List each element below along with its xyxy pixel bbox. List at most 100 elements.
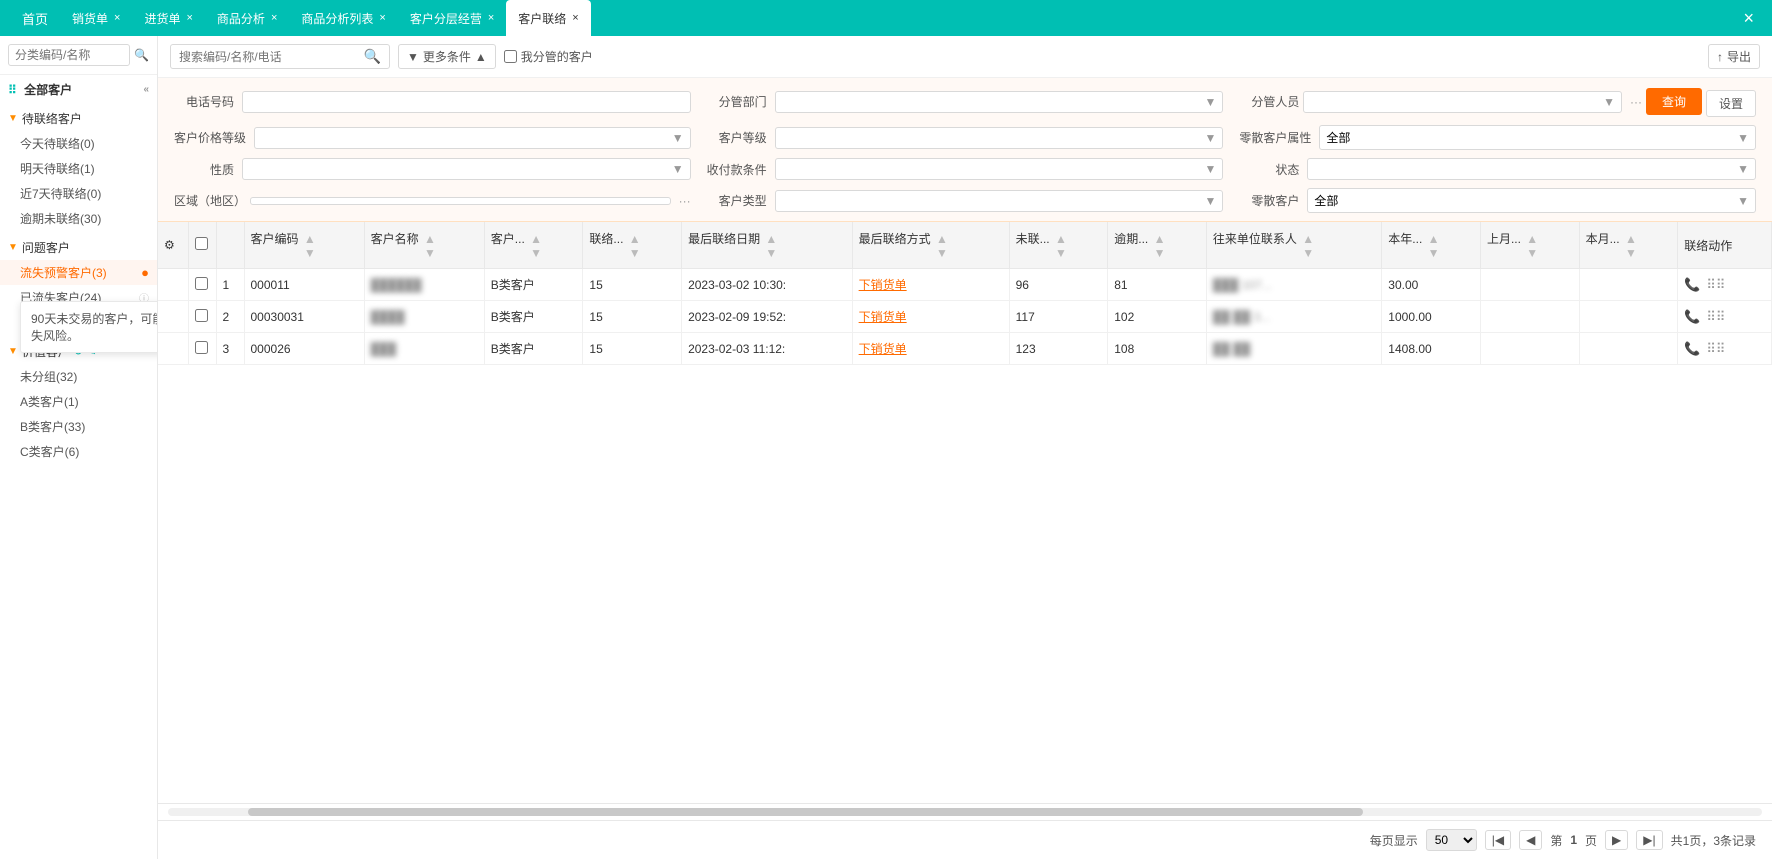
tab-customer-layer[interactable]: 客户分层经营 × <box>398 0 506 36</box>
td-settings-0 <box>158 269 188 301</box>
scatter-select[interactable]: 全部 ▼ <box>1307 188 1756 213</box>
settings-button[interactable]: 设置 <box>1706 90 1756 117</box>
td-last-contact-way-2[interactable]: 下销货单 <box>852 333 1009 365</box>
th-this-year[interactable]: 本年... ▲▼ <box>1382 222 1481 269</box>
filter-actions: 设置 <box>1706 86 1756 117</box>
th-this-month[interactable]: 本月... ▲▼ <box>1579 222 1678 269</box>
grid-icon-0[interactable]: ⠿⠿ <box>1706 277 1725 293</box>
th-type[interactable]: 客户... ▲▼ <box>484 222 583 269</box>
tab-purchase[interactable]: 进货单 × <box>132 0 204 36</box>
close-analysis-tab[interactable]: × <box>271 12 277 24</box>
sidebar-item-7days[interactable]: 近7天待联络(0) <box>0 181 157 206</box>
sidebar-item-overdue[interactable]: 逾期未联络(30) <box>0 206 157 231</box>
th-contact[interactable]: 联络... ▲▼ <box>583 222 682 269</box>
th-last-month[interactable]: 上月... ▲▼ <box>1480 222 1579 269</box>
td-last-month-1 <box>1480 301 1579 333</box>
grid-icon-1[interactable]: ⠿⠿ <box>1706 309 1725 325</box>
collapse-icon: « <box>143 84 149 95</box>
sidebar-item-a-class[interactable]: A类客户(1) <box>0 389 157 414</box>
query-button[interactable]: 查询 <box>1646 88 1702 115</box>
td-checkbox-1[interactable] <box>188 301 216 333</box>
sidebar-item-b-class[interactable]: B类客户(33) <box>0 414 157 439</box>
td-checkbox-2[interactable] <box>188 333 216 365</box>
export-button[interactable]: ↑ 导出 <box>1708 44 1760 69</box>
horizontal-scrollbar-thumb[interactable] <box>248 808 1364 816</box>
scatter-attr-select[interactable]: 全部 ▼ <box>1319 125 1756 150</box>
row-checkbox-0[interactable] <box>195 277 208 290</box>
sidebar-item-churn-warning[interactable]: 流失预警客户(3) ● <box>0 260 157 285</box>
sidebar-item-ungroup[interactable]: 未分组(32) <box>0 364 157 389</box>
sidebar-group-problem-title[interactable]: ▼ 问题客户 <box>0 235 157 260</box>
close-customer-layer-tab[interactable]: × <box>488 12 494 24</box>
th-name[interactable]: 客户名称 ▲▼ <box>364 222 484 269</box>
grid-icon-2[interactable]: ⠿⠿ <box>1706 341 1725 357</box>
sidebar-item-tomorrow[interactable]: 明天待联络(1) <box>0 156 157 181</box>
sort-unit-icon: ▲▼ <box>1302 232 1314 260</box>
td-last-contact-way-1[interactable]: 下销货单 <box>852 301 1009 333</box>
row-checkbox-2[interactable] <box>195 341 208 354</box>
select-all-checkbox[interactable] <box>195 237 208 250</box>
dept-label: 分管部门 <box>707 93 767 110</box>
per-page-select[interactable]: 50 100 <box>1426 829 1477 851</box>
close-analysis-list-tab[interactable]: × <box>379 12 385 24</box>
close-purchase-tab[interactable]: × <box>186 12 192 24</box>
sidebar-search-icon[interactable]: 🔍 <box>134 48 149 62</box>
nature-select[interactable]: ▼ <box>242 158 691 180</box>
row-checkbox-1[interactable] <box>195 309 208 322</box>
th-last-contact-way[interactable]: 最后联络方式 ▲▼ <box>852 222 1009 269</box>
td-settings-1 <box>158 301 188 333</box>
td-checkbox-0[interactable] <box>188 269 216 301</box>
tab-customer-contact[interactable]: 客户联络 × <box>506 0 590 36</box>
horizontal-scrollbar-track[interactable] <box>168 808 1762 816</box>
prev-page-button[interactable]: ◀ <box>1519 830 1542 850</box>
search-icon[interactable]: 🔍 <box>364 48 381 65</box>
th-last-contact-date[interactable]: 最后联络日期 ▲▼ <box>682 222 853 269</box>
td-last-contact-way-0[interactable]: 下销货单 <box>852 269 1009 301</box>
sidebar-item-today[interactable]: 今天待联络(0) <box>0 131 157 156</box>
phone-icon-1[interactable]: 📞 <box>1684 309 1700 325</box>
home-tab[interactable]: 首页 <box>10 9 60 28</box>
td-code-1: 00030031 <box>244 301 364 333</box>
window-close-button[interactable]: × <box>1735 8 1762 29</box>
cust-type-select[interactable]: ▼ <box>775 190 1224 212</box>
filter-row-scatter: 零散客户 全部 ▼ <box>1239 188 1756 213</box>
all-customers-item[interactable]: ⠿ 全部客户 « <box>0 75 157 104</box>
sidebar-group-pending-title[interactable]: ▼ 待联络客户 <box>0 106 157 131</box>
sidebar-search-input[interactable] <box>8 44 130 66</box>
person-dots-icon[interactable]: ··· <box>1630 95 1642 109</box>
status-arrow-icon: ▼ <box>1737 162 1749 176</box>
close-customer-contact-tab[interactable]: × <box>572 12 578 24</box>
td-index-1: 2 <box>216 301 244 333</box>
search-input[interactable] <box>179 50 360 64</box>
person-select[interactable]: ▼ <box>1303 91 1622 113</box>
area-dots-icon[interactable]: ··· <box>679 194 691 208</box>
my-customers-label[interactable]: 我分管的客户 <box>504 48 593 65</box>
next-page-button[interactable]: ▶ <box>1605 830 1628 850</box>
grade-select[interactable]: ▼ <box>775 127 1224 149</box>
td-uncontacted-0: 96 <box>1009 269 1108 301</box>
close-sales-tab[interactable]: × <box>114 12 120 24</box>
status-select[interactable]: ▼ <box>1307 158 1756 180</box>
my-customers-checkbox[interactable] <box>504 50 517 63</box>
last-page-button[interactable]: ▶| <box>1636 830 1662 850</box>
th-checkbox[interactable] <box>188 222 216 269</box>
tab-analysis[interactable]: 商品分析 × <box>205 0 289 36</box>
price-grade-select[interactable]: ▼ <box>254 127 691 149</box>
more-filter-button[interactable]: ▼ 更多条件 ▲ <box>398 44 496 69</box>
phone-icon-0[interactable]: 📞 <box>1684 277 1700 293</box>
payment-select[interactable]: ▼ <box>775 158 1224 180</box>
area-select[interactable] <box>250 197 671 205</box>
dept-select[interactable]: ▼ <box>775 91 1224 113</box>
th-settings[interactable]: ⚙ <box>158 222 188 269</box>
th-code[interactable]: 客户编码 ▲▼ <box>244 222 364 269</box>
th-unit-contact[interactable]: 往来单位联系人 ▲▼ <box>1206 222 1381 269</box>
th-overdue[interactable]: 逾期... ▲▼ <box>1108 222 1207 269</box>
tab-sales[interactable]: 销货单 × <box>60 0 132 36</box>
phone-icon-2[interactable]: 📞 <box>1684 341 1700 357</box>
table-wrap: ⚙ 客户编码 ▲▼ 客户名称 ▲▼ 客户... ▲ <box>158 222 1772 803</box>
th-uncontacted[interactable]: 未联... ▲▼ <box>1009 222 1108 269</box>
phone-input[interactable] <box>242 91 691 113</box>
tab-analysis-list[interactable]: 商品分析列表 × <box>289 0 397 36</box>
first-page-button[interactable]: |◀ <box>1485 830 1511 850</box>
sidebar-item-c-class[interactable]: C类客户(6) <box>0 439 157 464</box>
